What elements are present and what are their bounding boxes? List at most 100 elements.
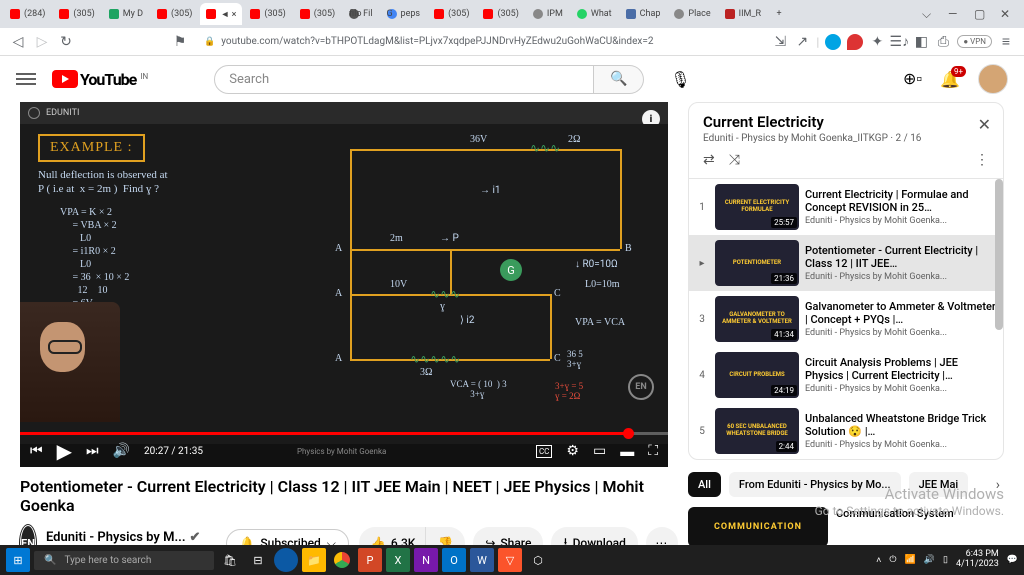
back-button[interactable]: ◁: [10, 34, 26, 50]
browser-tab[interactable]: (305): [151, 3, 198, 25]
channel-name[interactable]: Eduniti - Physics by M... ✔: [46, 530, 201, 545]
battery-icon[interactable]: ▯: [943, 555, 948, 565]
playlist-item-title: Potentiometer - Current Electricity | Cl…: [805, 244, 997, 270]
close-playlist-button[interactable]: ✕: [978, 115, 991, 134]
browser-tab[interactable]: Chap: [620, 3, 667, 25]
recommendation-item[interactable]: COMMUNICATION Communication System: [688, 507, 1004, 547]
browser-tab[interactable]: (305): [477, 3, 524, 25]
hamburger-menu[interactable]: [16, 73, 36, 85]
video-player[interactable]: EDUNITI i EXAMPLE : Null deflection is o…: [20, 102, 668, 467]
bookmark-icon[interactable]: ⚑: [172, 34, 188, 50]
taskbar-search[interactable]: 🔍Type here to search: [34, 551, 214, 570]
close-button[interactable]: ✕: [1000, 8, 1012, 20]
install-icon[interactable]: ⇲: [772, 34, 788, 50]
playlist-item[interactable]: 3 GALVANOMETER TO AMMETER & VOLTMETER41:…: [689, 291, 1003, 347]
search-button[interactable]: 🔍: [594, 65, 644, 94]
tray-icon[interactable]: ⏻: [889, 555, 896, 565]
playlist-item-title: Circuit Analysis Problems | JEE Physics …: [805, 356, 997, 382]
browser-tab-active[interactable]: ◄ ×: [200, 3, 242, 25]
taskbar-app-icon[interactable]: ⬡: [526, 548, 550, 572]
browser-tab[interactable]: (305): [244, 3, 291, 25]
play-button[interactable]: ▶: [57, 439, 72, 463]
vpn-badge[interactable]: ● VPN: [957, 35, 992, 48]
miniplayer-button[interactable]: ▭: [593, 443, 606, 459]
playlist-item[interactable]: ▸ POTENTIOMETER21:36 Potentiometer - Cur…: [689, 235, 1003, 291]
browser-tab-strip: (284) (305) My D (305) ◄ × (305) (305) f…: [0, 0, 1024, 28]
taskbar-app-icon[interactable]: 🛍: [218, 548, 242, 572]
tray-chevron-icon[interactable]: ˄: [876, 555, 881, 566]
share-icon[interactable]: ↗: [794, 34, 810, 50]
browser-tab[interactable]: (305): [428, 3, 475, 25]
extension-icon[interactable]: [847, 34, 863, 50]
playlist-item[interactable]: 4 CIRCUIT PROBLEMS24:19 Circuit Analysis…: [689, 347, 1003, 403]
notifications-button[interactable]: 🔔9+: [940, 70, 960, 89]
volume-icon[interactable]: 🔊: [924, 555, 935, 565]
excel-icon[interactable]: X: [386, 548, 410, 572]
chevron-down-icon[interactable]: ⌵: [922, 8, 934, 20]
previous-button[interactable]: ⏮: [30, 443, 43, 459]
channel-watermark[interactable]: EN: [628, 374, 654, 400]
search-input[interactable]: Search: [214, 65, 594, 94]
edge-icon[interactable]: [274, 548, 298, 572]
extensions-icon[interactable]: ✦: [869, 34, 885, 50]
chip-topic[interactable]: JEE Mai: [909, 472, 969, 497]
start-button[interactable]: ⊞: [6, 548, 30, 572]
board-text: Null deflection is observed at P ( i.e a…: [38, 168, 168, 197]
playlist-items[interactable]: 1 CURRENT ELECTRICITY FORMULAE25:57 Curr…: [689, 179, 1003, 459]
browser-tab[interactable]: (305): [53, 3, 100, 25]
scrollbar[interactable]: [995, 179, 1003, 330]
wifi-icon[interactable]: 📶: [905, 555, 916, 565]
browser-tab[interactable]: IPM: [527, 3, 569, 25]
chrome-icon[interactable]: [330, 548, 354, 572]
explorer-icon[interactable]: 📁: [302, 548, 326, 572]
forward-button[interactable]: ▷: [34, 34, 50, 50]
settings-button[interactable]: ⚙: [566, 443, 579, 459]
playlist-item[interactable]: 1 CURRENT ELECTRICITY FORMULAE25:57 Curr…: [689, 179, 1003, 235]
theater-button[interactable]: ▬: [620, 443, 634, 460]
browser-tab[interactable]: (305): [294, 3, 341, 25]
playlist-menu-button[interactable]: ⋮: [975, 152, 989, 168]
browser-tab[interactable]: IIM_R: [719, 3, 767, 25]
camera-icon[interactable]: ⎙: [935, 34, 951, 50]
playlist-item-channel: Eduniti - Physics by Mohit Goenka...: [805, 216, 997, 226]
word-icon[interactable]: W: [470, 548, 494, 572]
chips-next-button[interactable]: ›: [992, 477, 1004, 493]
voice-search-button[interactable]: 🎙: [670, 70, 690, 89]
onenote-icon[interactable]: N: [414, 548, 438, 572]
browser-tab[interactable]: filoFil: [343, 3, 378, 25]
minimize-button[interactable]: —: [948, 8, 960, 20]
url-field[interactable]: 🔒 youtube.com/watch?v=bTHPOTLdagM&list=P…: [196, 36, 764, 47]
browser-tab[interactable]: Place: [668, 3, 716, 25]
outlook-icon[interactable]: O: [442, 548, 466, 572]
search-icon: 🔍: [610, 71, 627, 87]
browser-tab[interactable]: My D: [103, 3, 149, 25]
extension-icon[interactable]: [825, 34, 841, 50]
menu-button[interactable]: ≡: [998, 34, 1014, 50]
playlist-item[interactable]: 5 60 SEC UNBALANCED WHEATSTONE BRIDGE2:4…: [689, 403, 1003, 459]
browser-tab[interactable]: Gpeps: [381, 3, 427, 25]
shuffle-button[interactable]: ⤨: [729, 152, 740, 168]
chip-all[interactable]: All: [688, 472, 721, 497]
chip-channel[interactable]: From Eduniti - Physics by Mo...: [729, 472, 901, 497]
account-avatar[interactable]: [978, 64, 1008, 94]
browser-tab[interactable]: (284): [4, 3, 51, 25]
powerpoint-icon[interactable]: P: [358, 548, 382, 572]
volume-button[interactable]: 🔊: [113, 443, 130, 459]
clock[interactable]: 6:43 PM4/11/2023: [956, 550, 999, 570]
maximize-button[interactable]: ▢: [974, 8, 986, 20]
create-button[interactable]: ⊕▫: [903, 69, 922, 89]
sidepanel-icon[interactable]: ◧: [913, 34, 929, 50]
youtube-header: YouTube IN Search 🔍 🎙 ⊕▫ 🔔9+: [0, 56, 1024, 102]
next-button[interactable]: ⏭: [86, 443, 99, 459]
playlist-icon[interactable]: ☰♪: [891, 34, 907, 50]
fullscreen-button[interactable]: ⛶: [648, 443, 658, 459]
brave-icon[interactable]: ▽: [498, 548, 522, 572]
browser-tab[interactable]: What: [571, 3, 618, 25]
new-tab-button[interactable]: +: [769, 3, 789, 25]
loop-button[interactable]: ⇄: [703, 152, 715, 168]
captions-button[interactable]: CC: [536, 445, 552, 458]
reload-button[interactable]: ↻: [58, 34, 74, 50]
youtube-logo[interactable]: YouTube IN: [52, 70, 148, 89]
taskbar-app-icon[interactable]: ⊟: [246, 548, 270, 572]
notifications-tray-icon[interactable]: 💬: [1007, 555, 1018, 565]
